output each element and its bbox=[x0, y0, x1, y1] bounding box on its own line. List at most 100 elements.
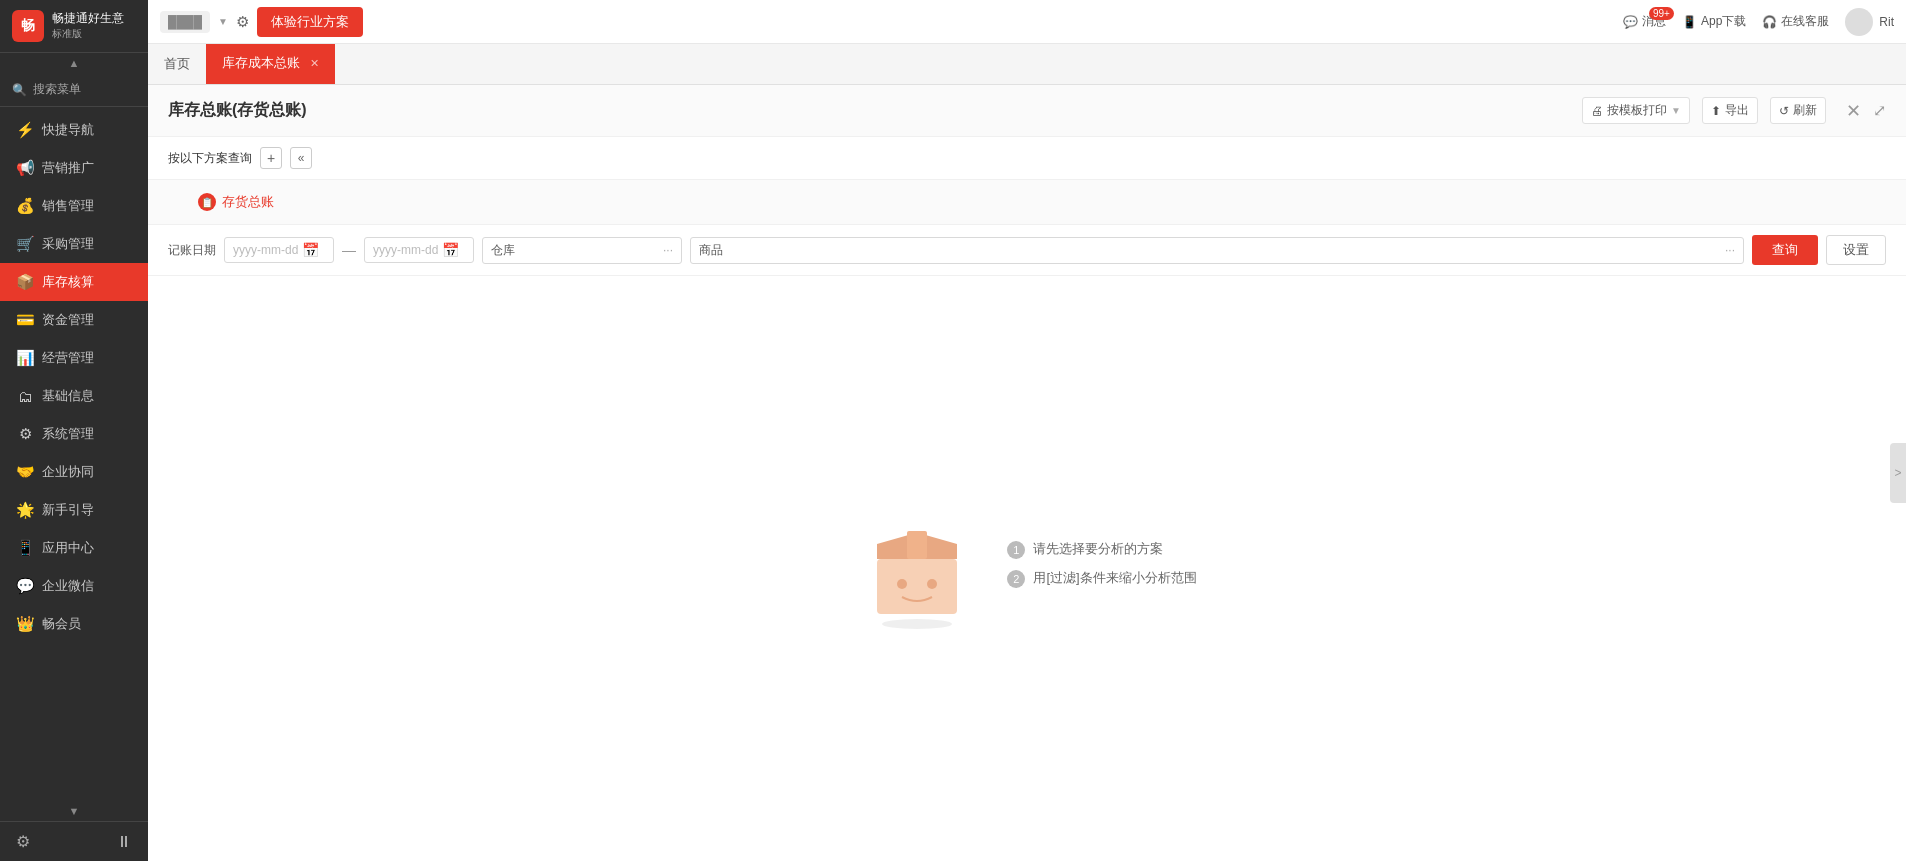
message-icon: 💬 bbox=[1623, 15, 1638, 29]
sidebar-item-member[interactable]: 👑 畅会员 bbox=[0, 605, 148, 643]
tab-close-icon[interactable]: ✕ bbox=[310, 57, 319, 69]
page-header: 库存总账(存货总账) 🖨 按模板打印 ▼ ⬆ 导出 ↺ 刷新 ✕ ⤢ bbox=[148, 85, 1906, 137]
sidebar-item-basic[interactable]: 🗂 基础信息 bbox=[0, 377, 148, 415]
user-info-area[interactable]: Rit bbox=[1845, 8, 1894, 36]
filter-bar: 按以下方案查询 + « bbox=[148, 137, 1906, 180]
print-label: 按模板打印 bbox=[1607, 102, 1667, 119]
tab-inventory-ledger[interactable]: 库存成本总账 ✕ bbox=[206, 44, 335, 84]
message-btn[interactable]: 💬 消息 99+ bbox=[1623, 13, 1666, 30]
refresh-icon: ↺ bbox=[1779, 104, 1789, 118]
apps-icon: 📱 bbox=[16, 539, 34, 557]
svg-point-6 bbox=[882, 619, 952, 629]
search-menu-btn[interactable]: 🔍 搜索菜单 bbox=[12, 81, 136, 98]
online-service-btn[interactable]: 🎧 在线客服 bbox=[1762, 13, 1829, 30]
refresh-label: 刷新 bbox=[1793, 102, 1817, 119]
logo-area: 畅 畅捷通好生意 标准版 bbox=[0, 0, 148, 53]
quick-nav-icon: ⚡ bbox=[16, 121, 34, 139]
tabs-bar: 首页 库存成本总账 ✕ bbox=[148, 44, 1906, 85]
sidebar-item-label: 畅会员 bbox=[42, 615, 81, 633]
sidebar-item-system[interactable]: ⚙ 系统管理 bbox=[0, 415, 148, 453]
filter-scheme-row: 📋 存货总账 bbox=[148, 180, 1906, 225]
query-btn[interactable]: 查询 bbox=[1752, 235, 1818, 265]
sidebar-item-purchase[interactable]: 🛒 采购管理 bbox=[0, 225, 148, 263]
guide-icon: 🌟 bbox=[16, 501, 34, 519]
basic-icon: 🗂 bbox=[16, 388, 34, 405]
export-label: 导出 bbox=[1725, 102, 1749, 119]
expand-icon[interactable]: ⤢ bbox=[1873, 101, 1886, 120]
calendar-end-icon[interactable]: 📅 bbox=[442, 242, 459, 258]
sidebar-search[interactable]: 🔍 搜索菜单 bbox=[0, 73, 148, 107]
industry-btn[interactable]: 体验行业方案 bbox=[257, 7, 363, 37]
empty-illustration bbox=[857, 509, 977, 629]
sidebar-item-management[interactable]: 📊 经营管理 bbox=[0, 339, 148, 377]
tab-label: 库存成本总账 bbox=[222, 55, 300, 70]
sidebar-item-inventory[interactable]: 📦 库存核算 bbox=[0, 263, 148, 301]
page-header-actions: 🖨 按模板打印 ▼ ⬆ 导出 ↺ 刷新 ✕ ⤢ bbox=[1582, 97, 1886, 124]
date-end-placeholder: yyyy-mm-dd bbox=[373, 243, 438, 257]
settings-icon[interactable]: ⚙ bbox=[16, 832, 30, 851]
settings-gear-icon[interactable]: ⚙ bbox=[236, 13, 249, 31]
warehouse-select[interactable]: 仓库 ··· bbox=[482, 237, 682, 264]
svg-rect-3 bbox=[907, 531, 927, 559]
date-label: 记账日期 bbox=[168, 242, 216, 259]
product-label: 商品 bbox=[699, 242, 723, 259]
print-btn[interactable]: 🖨 按模板打印 ▼ bbox=[1582, 97, 1690, 124]
marketing-icon: 📢 bbox=[16, 159, 34, 177]
user-display-name: Rit bbox=[1879, 15, 1894, 29]
system-icon: ⚙ bbox=[16, 425, 34, 443]
main-content: ████ ▼ ⚙ 体验行业方案 💬 消息 99+ 📱 App下载 🎧 在线客服 … bbox=[148, 0, 1906, 861]
sidebar-item-label: 应用中心 bbox=[42, 539, 94, 557]
warehouse-more-icon: ··· bbox=[663, 243, 673, 257]
sidebar-item-quick-nav[interactable]: ⚡ 快捷导航 bbox=[0, 111, 148, 149]
sidebar-item-wechat[interactable]: 💬 企业微信 bbox=[0, 567, 148, 605]
user-area[interactable]: ████ bbox=[160, 11, 210, 33]
settings-form-btn[interactable]: 设置 bbox=[1826, 235, 1886, 265]
topbar: ████ ▼ ⚙ 体验行业方案 💬 消息 99+ 📱 App下载 🎧 在线客服 … bbox=[148, 0, 1906, 44]
management-icon: 📊 bbox=[16, 349, 34, 367]
sidebar-footer: ⚙ ⏸ bbox=[0, 821, 148, 861]
export-icon: ⬆ bbox=[1711, 104, 1721, 118]
date-start-input[interactable]: yyyy-mm-dd 📅 bbox=[224, 237, 334, 263]
refresh-btn[interactable]: ↺ 刷新 bbox=[1770, 97, 1826, 124]
tab-home-label: 首页 bbox=[164, 56, 190, 71]
collapse-icon[interactable]: ⏸ bbox=[116, 833, 132, 851]
export-btn[interactable]: ⬆ 导出 bbox=[1702, 97, 1758, 124]
date-end-input[interactable]: yyyy-mm-dd 📅 bbox=[364, 237, 474, 263]
close-panel-icon[interactable]: ✕ bbox=[1846, 100, 1861, 122]
sidebar-item-label: 资金管理 bbox=[42, 311, 94, 329]
svg-point-5 bbox=[927, 579, 937, 589]
scroll-down-btn[interactable]: ▼ bbox=[0, 801, 148, 821]
calendar-start-icon[interactable]: 📅 bbox=[302, 242, 319, 258]
svg-marker-1 bbox=[877, 534, 912, 559]
sidebar-item-finance[interactable]: 💳 资金管理 bbox=[0, 301, 148, 339]
scheme-item[interactable]: 📋 存货总账 bbox=[188, 188, 284, 216]
app-download-btn[interactable]: 📱 App下载 bbox=[1682, 13, 1746, 30]
scheme-icon: 📋 bbox=[198, 193, 216, 211]
step-num-1: 1 bbox=[1007, 541, 1025, 559]
sidebar-item-apps[interactable]: 📱 应用中心 bbox=[0, 529, 148, 567]
page-title: 库存总账(存货总账) bbox=[168, 100, 307, 121]
warehouse-label: 仓库 bbox=[491, 242, 515, 259]
chevron-right-icon: > bbox=[1894, 466, 1901, 480]
sidebar-item-label: 系统管理 bbox=[42, 425, 94, 443]
dropdown-arrow-icon[interactable]: ▼ bbox=[218, 16, 228, 27]
filter-add-btn[interactable]: + bbox=[260, 147, 282, 169]
print-dropdown-icon[interactable]: ▼ bbox=[1671, 105, 1681, 116]
sidebar-item-guide[interactable]: 🌟 新手引导 bbox=[0, 491, 148, 529]
filter-collapse-btn[interactable]: « bbox=[290, 147, 312, 169]
member-icon: 👑 bbox=[16, 615, 34, 633]
tab-home[interactable]: 首页 bbox=[148, 45, 206, 83]
sidebar-item-label: 库存核算 bbox=[42, 273, 94, 291]
sidebar-item-label: 营销推广 bbox=[42, 159, 94, 177]
product-select[interactable]: 商品 ··· bbox=[690, 237, 1744, 264]
product-more-icon: ··· bbox=[1725, 243, 1735, 257]
sidebar-item-label: 经营管理 bbox=[42, 349, 94, 367]
sales-icon: 💰 bbox=[16, 197, 34, 215]
sidebar-item-marketing[interactable]: 📢 营销推广 bbox=[0, 149, 148, 187]
scroll-up-btn[interactable]: ▲ bbox=[0, 53, 148, 73]
scheme-label: 存货总账 bbox=[222, 193, 274, 211]
sidebar-item-sales[interactable]: 💰 销售管理 bbox=[0, 187, 148, 225]
right-panel-toggle[interactable]: > bbox=[1890, 443, 1906, 503]
sidebar-item-coop[interactable]: 🤝 企业协同 bbox=[0, 453, 148, 491]
print-icon: 🖨 bbox=[1591, 104, 1603, 118]
